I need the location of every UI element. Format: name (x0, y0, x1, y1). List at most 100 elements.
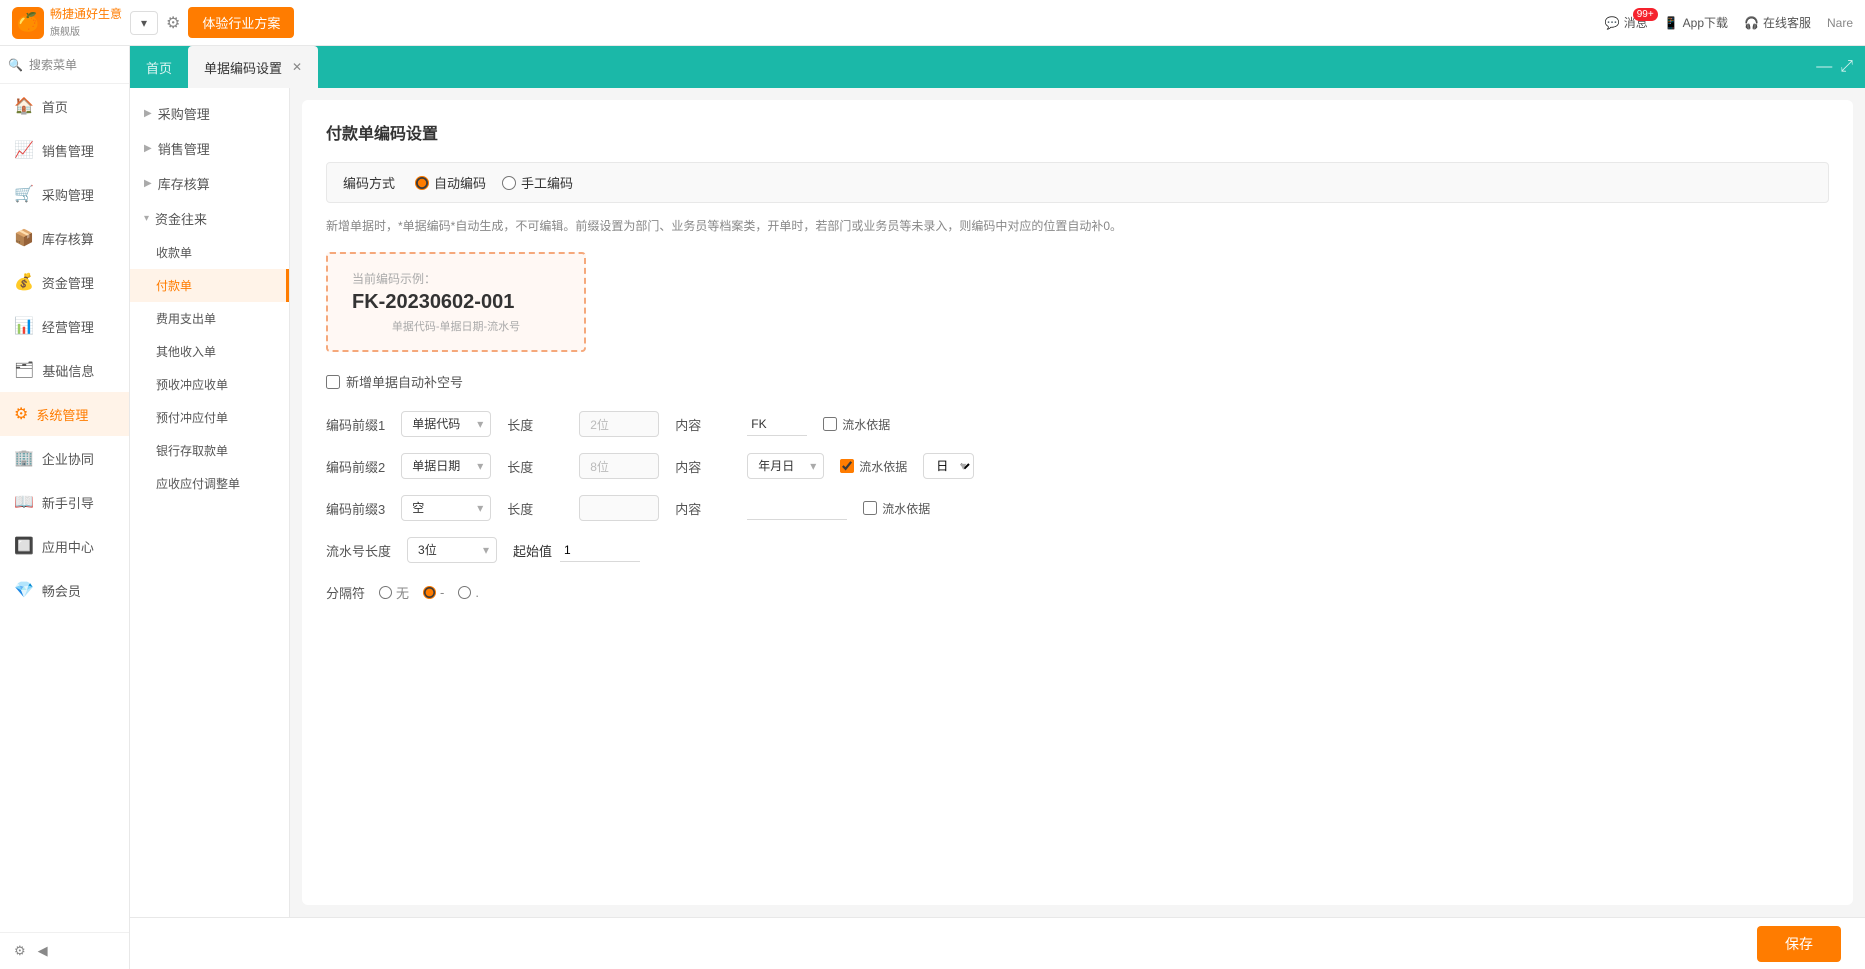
prefix3-label: 编码前缀3 (326, 499, 385, 518)
app-download-button[interactable]: 📱 App下载 (1664, 14, 1728, 31)
prefix2-select[interactable]: 单据日期 (401, 453, 491, 479)
sidebar-item-finance[interactable]: 💰 资金管理 (0, 260, 129, 304)
flow2-label: 流水依据 (859, 458, 907, 475)
sep-dash-option[interactable]: - (423, 585, 444, 600)
manual-code-option[interactable]: 手工编码 (502, 173, 573, 192)
sidebar-collapse-icon[interactable]: ◀ (38, 943, 48, 959)
inventory-icon: 📦 (14, 228, 34, 248)
settings-icon[interactable]: ⚙ (166, 13, 180, 33)
code-preview-sub: 单据代码-单据日期-流水号 (352, 318, 560, 334)
sidebar-item-purchase[interactable]: 🛒 采购管理 (0, 172, 129, 216)
tab-code-settings-label: 单据编码设置 (204, 58, 282, 77)
minimize-icon[interactable]: — (1816, 58, 1832, 76)
message-button[interactable]: 💬 消息 99+ (1605, 14, 1648, 31)
sidebar-search[interactable]: 🔍 搜索菜单 (0, 46, 129, 84)
tab-home-label: 首页 (146, 58, 172, 77)
sub-menu-purchase: ▶ 采购管理 (130, 96, 289, 131)
tab-code-settings[interactable]: 单据编码设置 ✕ (188, 46, 318, 88)
flow1-checkbox-label[interactable]: 流水依据 (823, 416, 890, 433)
content-area: 首页 单据编码设置 ✕ — ⤢ ▶ 采购管理 (130, 46, 1865, 969)
sidebar-item-label: 企业协同 (42, 449, 94, 468)
finance-icon: 💰 (14, 272, 34, 292)
sidebar-item-label: 应用中心 (42, 537, 94, 556)
content2-label: 内容 (675, 457, 731, 476)
prefix1-select[interactable]: 单据代码 (401, 411, 491, 437)
sub-menu-item-receivable-adj[interactable]: 应收应付调整单 (130, 467, 289, 500)
tab-home[interactable]: 首页 (130, 46, 188, 88)
length3-input[interactable] (579, 495, 659, 521)
top-bar: 🍊 畅捷通好生意 旗舰版 ▾ ⚙ 体验行业方案 💬 消息 99+ 📱 App下载… (0, 0, 1865, 46)
sidebar-item-operations[interactable]: 📊 经营管理 (0, 304, 129, 348)
sep-dot-label: . (475, 585, 479, 600)
sidebar-item-apps[interactable]: 🔲 应用中心 (0, 524, 129, 568)
save-button[interactable]: 保存 (1757, 926, 1841, 962)
sidebar-settings-icon[interactable]: ⚙ (14, 943, 26, 959)
top-bar-left: 🍊 畅捷通好生意 旗舰版 ▾ ⚙ 体验行业方案 (12, 7, 294, 39)
sidebar-item-system[interactable]: ⚙ 系统管理 (0, 392, 129, 436)
flow1-checkbox[interactable] (823, 417, 837, 431)
sep-dot-radio[interactable] (458, 586, 471, 599)
sub-menu-item-prepay-pay[interactable]: 预付冲应付单 (130, 401, 289, 434)
flow2-checkbox[interactable] (840, 459, 854, 473)
search-icon: 🔍 (8, 58, 23, 72)
start-value-input[interactable] (560, 539, 640, 562)
sub-menu-header-finance[interactable]: ▾ 资金往来 (130, 201, 289, 236)
flow3-checkbox[interactable] (863, 501, 877, 515)
sub-menu-sales: ▶ 销售管理 (130, 131, 289, 166)
length1-input[interactable] (579, 411, 659, 437)
auto-fill-checkbox[interactable] (326, 375, 340, 389)
length2-label: 长度 (507, 457, 563, 476)
auto-fill-row: 新增单据自动补空号 (326, 372, 1829, 391)
serial-length-select[interactable]: 3位 (407, 537, 497, 563)
sub-menu-item-expense[interactable]: 费用支出单 (130, 302, 289, 335)
sep-none-radio[interactable] (379, 586, 392, 599)
sub-menu-label: 资金往来 (155, 209, 207, 228)
sub-menu-label: 销售管理 (158, 139, 210, 158)
user-name[interactable]: Nare (1827, 16, 1853, 30)
sub-menu-item-other-income[interactable]: 其他收入单 (130, 335, 289, 368)
sub-menu-header-inventory[interactable]: ▶ 库存核算 (130, 166, 289, 201)
sub-menu-header-sales[interactable]: ▶ 销售管理 (130, 131, 289, 166)
sidebar-item-member[interactable]: 💎 畅会员 (0, 568, 129, 612)
sub-menu-item-bank-deposit[interactable]: 银行存取款单 (130, 434, 289, 467)
sidebar-item-guide[interactable]: 📖 新手引导 (0, 480, 129, 524)
sub-menu-item-receipt[interactable]: 收款单 (130, 236, 289, 269)
maximize-icon[interactable]: ⤢ (1840, 58, 1853, 76)
sidebar-item-enterprise[interactable]: 🏢 企业协同 (0, 436, 129, 480)
flow2-checkbox-label[interactable]: 流水依据 (840, 458, 907, 475)
tabs-bar-right: — ⤢ (1816, 58, 1865, 76)
flow2-unit-select[interactable]: 日 (923, 453, 974, 479)
sub-menu-item-payment[interactable]: 付款单 (130, 269, 289, 302)
trial-button[interactable]: 体验行业方案 (188, 7, 294, 38)
sub-menu-header-purchase[interactable]: ▶ 采购管理 (130, 96, 289, 131)
auto-code-label: 自动编码 (434, 173, 486, 192)
sidebar-item-sales[interactable]: 📈 销售管理 (0, 128, 129, 172)
length2-input[interactable] (579, 453, 659, 479)
page-title: 付款单编码设置 (326, 120, 1829, 144)
auto-code-radio[interactable] (415, 176, 429, 190)
online-service-button[interactable]: 🎧 在线客服 (1744, 14, 1811, 31)
sep-dash-radio[interactable] (423, 586, 436, 599)
prefix3-select[interactable]: 空 (401, 495, 491, 521)
app-icon: 📱 (1664, 16, 1679, 30)
content2-select[interactable]: 年月日 (747, 453, 824, 479)
sidebar-item-inventory[interactable]: 📦 库存核算 (0, 216, 129, 260)
prefix3-select-wrapper: 空 (401, 495, 491, 521)
sub-menu-label: 采购管理 (158, 104, 210, 123)
description-text: 新增单据时，*单据编码*自动生成，不可编辑。前缀设置为部门、业务员等档案类，开单… (326, 217, 1829, 236)
auto-code-option[interactable]: 自动编码 (415, 173, 486, 192)
flow3-checkbox-label[interactable]: 流水依据 (863, 500, 930, 517)
sidebar-item-home[interactable]: 🏠 首页 (0, 84, 129, 128)
sep-none-option[interactable]: 无 (379, 583, 409, 602)
auto-fill-label: 新增单据自动补空号 (346, 372, 463, 391)
sub-menu-item-prepay-receive[interactable]: 预收冲应收单 (130, 368, 289, 401)
sidebar-item-base[interactable]: 🗂 基础信息 (0, 348, 129, 392)
start-value-label: 起始值 (513, 541, 552, 560)
prefix-row-1: 编码前缀1 单据代码 长度 内容 流水依据 (326, 411, 1829, 437)
content1-input[interactable] (747, 413, 807, 436)
manual-code-radio[interactable] (502, 176, 516, 190)
dropdown-button[interactable]: ▾ (130, 11, 158, 35)
content3-input[interactable] (747, 497, 847, 520)
sep-dot-option[interactable]: . (458, 585, 479, 600)
tab-close-icon[interactable]: ✕ (292, 60, 302, 74)
